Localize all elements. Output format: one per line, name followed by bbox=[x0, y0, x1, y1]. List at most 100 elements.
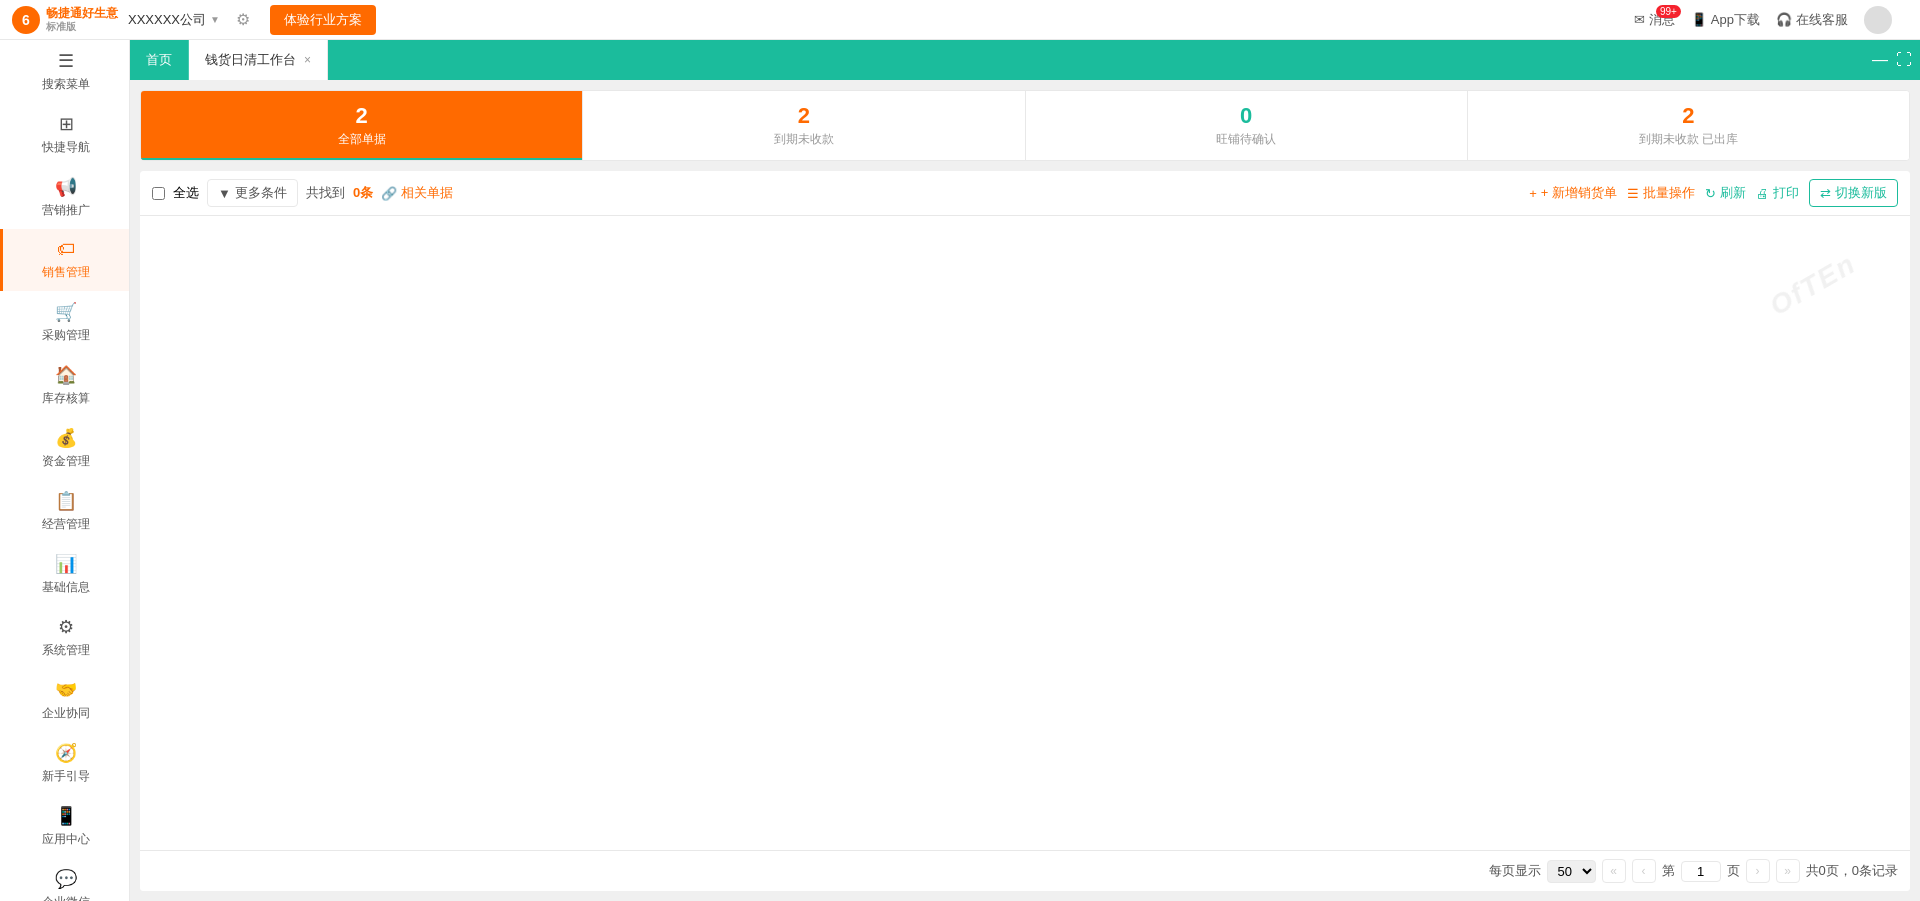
batch-icon: ☰ bbox=[1627, 186, 1639, 201]
sidebar-label-corp: 企业协同 bbox=[42, 705, 90, 722]
switch-new-version-button[interactable]: ⇄ 切换新版 bbox=[1809, 179, 1898, 207]
page-content: 2 全部单据 2 到期未收款 0 旺铺待确认 2 到期未收款 已出库 bbox=[130, 80, 1920, 901]
first-page-button[interactable]: « bbox=[1602, 859, 1626, 883]
top-bar: 6 畅捷通好生意 标准版 XXXXXX公司 ▼ ⚙ 体验行业方案 ✉ 消息 99… bbox=[0, 0, 1920, 40]
more-filter-button[interactable]: ▼ 更多条件 bbox=[207, 179, 298, 207]
top-bar-left: 6 畅捷通好生意 标准版 XXXXXX公司 ▼ ⚙ 体验行业方案 bbox=[12, 5, 376, 35]
sidebar-item-purchase[interactable]: 🛒 采购管理 bbox=[0, 291, 129, 354]
table-area bbox=[140, 216, 1910, 850]
sidebar-item-wechat[interactable]: 💬 企业微信 bbox=[0, 858, 129, 901]
stat-underline bbox=[141, 158, 582, 160]
message-area[interactable]: ✉ 消息 99+ bbox=[1634, 11, 1675, 29]
sidebar-item-app[interactable]: 📱 应用中心 bbox=[0, 795, 129, 858]
last-page-button[interactable]: » bbox=[1776, 859, 1800, 883]
select-all-label: 全选 bbox=[173, 184, 199, 202]
print-label: 打印 bbox=[1773, 184, 1799, 202]
prev-page-button[interactable]: ‹ bbox=[1632, 859, 1656, 883]
stats-row: 2 全部单据 2 到期未收款 0 旺铺待确认 2 到期未收款 已出库 bbox=[140, 90, 1910, 161]
system-icon: ⚙ bbox=[58, 616, 74, 638]
sidebar-item-guide[interactable]: 🧭 新手引导 bbox=[0, 732, 129, 795]
stat-label-pending: 旺铺待确认 bbox=[1042, 131, 1451, 148]
sidebar-label-manage: 经营管理 bbox=[42, 516, 90, 533]
found-count: 0条 bbox=[353, 184, 373, 202]
content-area: 首页 钱货日清工作台 × — ⛶ 2 全部单据 2 bbox=[130, 40, 1920, 901]
next-page-button[interactable]: › bbox=[1746, 859, 1770, 883]
sidebar-item-finance[interactable]: 💰 资金管理 bbox=[0, 417, 129, 480]
app-icon: 📱 bbox=[55, 805, 77, 827]
add-icon: + bbox=[1529, 186, 1537, 201]
sidebar-item-stock[interactable]: 🏠 库存核算 bbox=[0, 354, 129, 417]
online-support-area[interactable]: 🎧 在线客服 bbox=[1776, 11, 1848, 29]
sidebar-item-base[interactable]: 📊 基础信息 bbox=[0, 543, 129, 606]
sidebar-item-nav[interactable]: ⊞ 快捷导航 bbox=[0, 103, 129, 166]
sidebar-label-sales: 销售管理 bbox=[42, 264, 90, 281]
sidebar-label-search: 搜索菜单 bbox=[42, 76, 90, 93]
user-avatar[interactable] bbox=[1864, 6, 1892, 34]
batch-operation-button[interactable]: ☰ 批量操作 bbox=[1627, 184, 1695, 202]
main-layout: ☰ 搜索菜单 ⊞ 快捷导航 📢 营销推广 🏷 销售管理 🛒 采购管理 🏠 库存核… bbox=[0, 40, 1920, 901]
app-download-area[interactable]: 📱 App下载 bbox=[1691, 11, 1760, 29]
sidebar-label-stock: 库存核算 bbox=[42, 390, 90, 407]
stat-number-overdue-out: 2 bbox=[1484, 103, 1893, 129]
add-label: + 新增销货单 bbox=[1541, 184, 1617, 202]
switch-label: 切换新版 bbox=[1835, 184, 1887, 202]
search-menu-icon: ☰ bbox=[58, 50, 74, 72]
sidebar-item-market[interactable]: 📢 营销推广 bbox=[0, 166, 129, 229]
page-label: 第 bbox=[1662, 862, 1675, 880]
stat-number-pending: 0 bbox=[1042, 103, 1451, 129]
refresh-icon: ↻ bbox=[1705, 186, 1716, 201]
per-page-label: 每页显示 bbox=[1489, 862, 1541, 880]
logo-main: 畅捷通好生意 bbox=[46, 6, 118, 20]
print-button[interactable]: 🖨 打印 bbox=[1756, 184, 1799, 202]
tab-active[interactable]: 钱货日清工作台 × bbox=[189, 40, 328, 80]
sidebar-label-finance: 资金管理 bbox=[42, 453, 90, 470]
related-icon: 🔗 bbox=[381, 186, 397, 201]
download-icon: 📱 bbox=[1691, 12, 1707, 27]
manage-icon: 📋 bbox=[55, 490, 77, 512]
tab-active-label: 钱货日清工作台 bbox=[205, 51, 296, 69]
refresh-button[interactable]: ↻ 刷新 bbox=[1705, 184, 1746, 202]
sidebar-label-base: 基础信息 bbox=[42, 579, 90, 596]
trial-button[interactable]: 体验行业方案 bbox=[270, 5, 376, 35]
print-icon: 🖨 bbox=[1756, 186, 1769, 201]
logo-icon: 6 bbox=[12, 6, 40, 34]
tab-bar-right: — ⛶ bbox=[1872, 51, 1920, 69]
stat-card-overdue-out[interactable]: 2 到期未收款 已出库 bbox=[1468, 91, 1909, 160]
logo-text: 畅捷通好生意 标准版 bbox=[46, 6, 118, 32]
sidebar-item-corp[interactable]: 🤝 企业协同 bbox=[0, 669, 129, 732]
sidebar-item-sales[interactable]: 🏷 销售管理 bbox=[0, 229, 129, 291]
sidebar-item-manage[interactable]: 📋 经营管理 bbox=[0, 480, 129, 543]
sidebar-label-market: 营销推广 bbox=[42, 202, 90, 219]
pagination-bar: 每页显示 50 « ‹ 第 页 › » 共0页，0条记录 bbox=[140, 850, 1910, 891]
stat-card-pending[interactable]: 0 旺铺待确认 bbox=[1026, 91, 1468, 160]
stat-label-overdue: 到期未收款 bbox=[599, 131, 1008, 148]
support-icon: 🎧 bbox=[1776, 12, 1792, 27]
filter-icon: ▼ bbox=[218, 186, 231, 201]
stat-label-overdue-out: 到期未收款 已出库 bbox=[1484, 131, 1893, 148]
tab-minimize-button[interactable]: — bbox=[1872, 51, 1888, 69]
wechat-icon: 💬 bbox=[55, 868, 77, 890]
page-number-input[interactable] bbox=[1681, 861, 1721, 882]
sidebar-item-system[interactable]: ⚙ 系统管理 bbox=[0, 606, 129, 669]
stat-number-overdue: 2 bbox=[599, 103, 1008, 129]
batch-label: 批量操作 bbox=[1643, 184, 1695, 202]
chevron-down-icon: ▼ bbox=[210, 14, 220, 25]
stat-card-overdue[interactable]: 2 到期未收款 bbox=[583, 91, 1025, 160]
sidebar-item-search[interactable]: ☰ 搜索菜单 bbox=[0, 40, 129, 103]
refresh-label: 刷新 bbox=[1720, 184, 1746, 202]
related-docs-button[interactable]: 🔗 相关单据 bbox=[381, 184, 453, 202]
settings-icon[interactable]: ⚙ bbox=[236, 10, 250, 29]
stat-card-all[interactable]: 2 全部单据 bbox=[141, 91, 583, 160]
select-all-checkbox[interactable] bbox=[152, 187, 165, 200]
page-suffix: 页 bbox=[1727, 862, 1740, 880]
found-text: 共找到 bbox=[306, 184, 345, 202]
company-selector[interactable]: XXXXXX公司 ▼ bbox=[128, 11, 220, 29]
corp-icon: 🤝 bbox=[55, 679, 77, 701]
tab-home-label: 首页 bbox=[146, 51, 172, 69]
add-sales-order-button[interactable]: + + 新增销货单 bbox=[1529, 184, 1617, 202]
per-page-select[interactable]: 50 bbox=[1547, 860, 1596, 883]
tab-close-icon[interactable]: × bbox=[304, 53, 311, 67]
tab-maximize-button[interactable]: ⛶ bbox=[1896, 51, 1912, 69]
tab-home[interactable]: 首页 bbox=[130, 40, 189, 80]
related-label: 相关单据 bbox=[401, 184, 453, 202]
